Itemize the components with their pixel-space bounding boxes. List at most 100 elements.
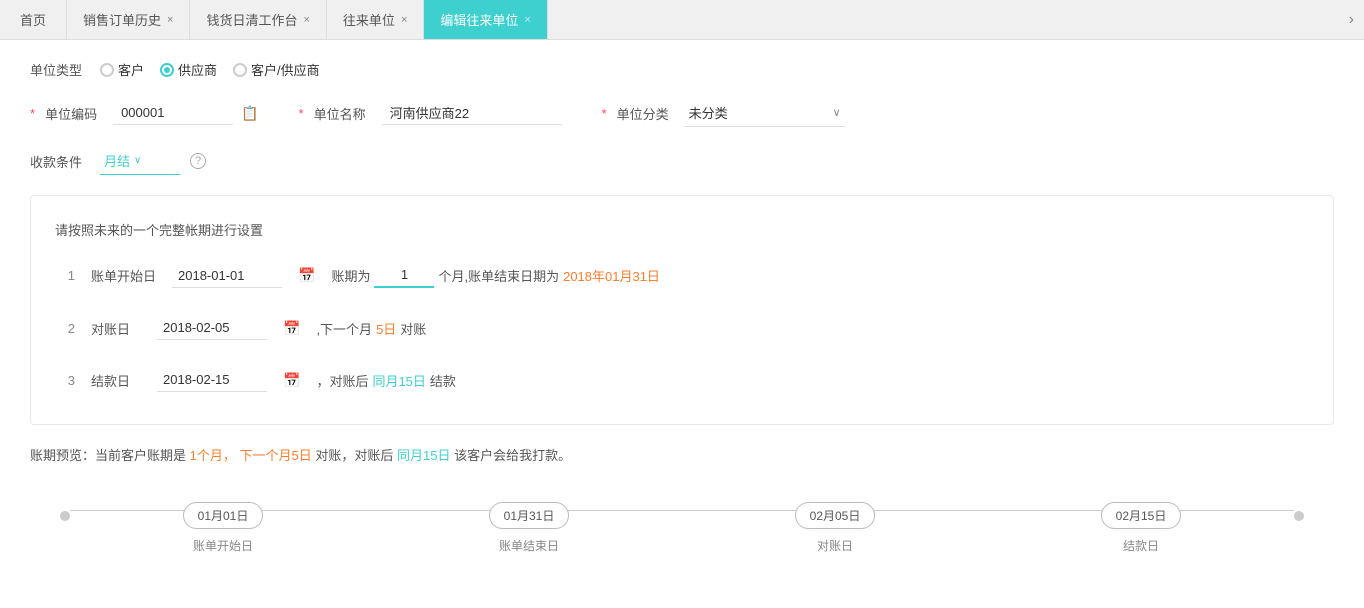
timeline-node-1: 01月01日 账单开始日 [70,502,376,554]
setting-row-3: 3 结款日 📅 ，对账后 同月15日 结款 [55,368,1309,392]
row-1-month-input[interactable] [374,263,434,288]
unit-name-label: 单位名称 [314,104,366,123]
tab-edit-partner-close[interactable]: × [524,14,530,26]
row-1-highlight: 2018年01月31日 [563,266,660,285]
tab-cash-work-label: 钱货日清工作台 [206,10,297,29]
section-title: 请按照未来的一个完整帐期进行设置 [55,220,1309,239]
preview-part5: 该客户会给我打款。 [454,448,571,463]
tab-partner-close[interactable]: × [401,14,407,26]
payment-terms-value: 月结 [104,151,130,170]
timeline-node-2-label: 账单结束日 [499,537,559,554]
unit-code-label: 单位编码 [45,104,97,123]
payment-terms-select[interactable]: 月结 ∨ [100,147,180,175]
row-3-suffix: ，对账后 同月15日 结款 [316,371,456,390]
unit-name-input[interactable] [382,101,562,125]
row-1-type: 账单开始日 [91,266,156,285]
setting-row-2: 2 对账日 📅 ,下一个月 5日 对账 [55,316,1309,340]
radio-customer-label: 客户 [118,60,144,79]
row-3-type: 结款日 [91,371,141,390]
unit-type-row: 单位类型 客户 供应商 客户/供应商 [30,60,1334,79]
unit-type-label: 单位类型 [30,60,82,79]
tab-cash-work[interactable]: 钱货日清工作台 × [190,0,326,39]
timeline-node-2: 01月31日 账单结束日 [376,502,682,554]
unit-category-star: * [602,106,607,121]
payment-terms-row: 收款条件 月结 ∨ ? [30,147,1334,175]
timeline-node-1-badge: 01月01日 [183,502,264,529]
row-2-date-input[interactable] [157,316,267,340]
radio-supplier-label: 供应商 [178,60,217,79]
tab-partner[interactable]: 往来单位 × [327,0,424,39]
preview-part3: 对账，对账后 [315,448,393,463]
preview-label: 账期预览：当前客户账期是 [30,448,186,463]
unit-type-radio-group: 客户 供应商 客户/供应商 [100,60,320,79]
timeline-node-3: 02月05日 对账日 [682,502,988,554]
help-icon[interactable]: ? [190,153,206,169]
payment-terms-label: 收款条件 [30,152,82,171]
tab-home-label: 首页 [20,10,46,29]
unit-name-star: * [299,106,304,121]
row-3-calendar-icon[interactable]: 📅 [283,372,300,389]
settings-section: 请按照未来的一个完整帐期进行设置 1 账单开始日 📅 账期为 个月,账单结束日期… [30,195,1334,425]
row-3-suffix-prefix: ，对账后 [316,371,368,390]
tab-sales-history-close[interactable]: × [167,14,173,26]
unit-code-input[interactable] [113,101,233,125]
row-2-suffix-end: 对账 [400,319,426,338]
preview-part4: 同月15日 [397,448,450,463]
timeline: 01月01日 账单开始日 01月31日 账单结束日 02月05日 对账日 02月… [30,492,1334,584]
payment-terms-chevron: ∨ [134,155,141,166]
row-2-calendar-icon[interactable]: 📅 [283,320,300,337]
radio-customer[interactable]: 客户 [100,60,144,79]
timeline-node-4: 02月15日 结款日 [988,502,1294,554]
row-1-date-input[interactable] [172,264,282,288]
tab-sales-history-label: 销售订单历史 [83,10,161,29]
row-2-highlight: 5日 [376,319,396,338]
radio-customer-supplier-circle [233,63,247,77]
preview-text: 账期预览：当前客户账期是 1个月， 下一个月5日 对账，对账后 同月15日 该客… [30,445,1334,464]
row-1-suffix: 账期为 个月,账单结束日期为 2018年01月31日 [331,263,659,288]
radio-customer-supplier[interactable]: 客户/供应商 [233,60,320,79]
radio-supplier[interactable]: 供应商 [160,60,217,79]
row-1-suffix-prefix: 账期为 [331,266,370,285]
row-1-num: 1 [55,268,75,283]
tab-cash-work-close[interactable]: × [303,14,309,26]
preview-section: 账期预览：当前客户账期是 1个月， 下一个月5日 对账，对账后 同月15日 该客… [30,445,1334,584]
row-2-suffix: ,下一个月 5日 对账 [316,319,426,338]
main-content: 单位类型 客户 供应商 客户/供应商 * 单位编码 📋 * 单位名称 [0,40,1364,608]
row-1-calendar-icon[interactable]: 📅 [298,267,315,284]
tab-home[interactable]: 首页 [0,0,67,39]
row-3-suffix-end: 结款 [430,371,456,390]
row-2-num: 2 [55,321,75,336]
tab-sales-history[interactable]: 销售订单历史 × [67,0,190,39]
unit-code-group: * 单位编码 📋 [30,101,259,125]
unit-category-value: 未分类 [689,103,728,122]
timeline-node-3-badge: 02月05日 [795,502,876,529]
tab-partner-label: 往来单位 [343,10,395,29]
preview-part1: 1个月， [190,448,236,463]
timeline-node-2-badge: 01月31日 [489,502,570,529]
timeline-start-dot [60,511,70,521]
row-2-type: 对账日 [91,319,141,338]
radio-supplier-circle [160,63,174,77]
timeline-end-dot [1294,511,1304,521]
unit-category-select[interactable]: 未分类 ∨ [685,99,845,127]
tab-edit-partner[interactable]: 编辑往来单位 × [424,0,547,39]
timeline-node-4-label: 结款日 [1123,537,1159,554]
tab-expand-button[interactable]: › [1339,0,1364,39]
row-3-date-input[interactable] [157,368,267,392]
row-2-suffix-prefix: ,下一个月 [316,319,372,338]
timeline-node-3-label: 对账日 [817,537,853,554]
unit-category-group: * 单位分类 未分类 ∨ [602,99,845,127]
preview-part2: 下一个月5日 [240,448,312,463]
tab-bar: 首页 销售订单历史 × 钱货日清工作台 × 往来单位 × 编辑往来单位 × › [0,0,1364,40]
timeline-node-1-label: 账单开始日 [193,537,253,554]
setting-row-1: 1 账单开始日 📅 账期为 个月,账单结束日期为 2018年01月31日 [55,263,1309,288]
info-row: * 单位编码 📋 * 单位名称 * 单位分类 未分类 ∨ [30,99,1334,127]
unit-code-star: * [30,106,35,121]
unit-category-label: 单位分类 [617,104,669,123]
unit-name-group: * 单位名称 [299,101,562,125]
row-3-highlight: 同月15日 [372,371,425,390]
radio-customer-circle [100,63,114,77]
row-3-num: 3 [55,373,75,388]
timeline-node-4-badge: 02月15日 [1101,502,1182,529]
copy-icon[interactable]: 📋 [241,105,258,122]
